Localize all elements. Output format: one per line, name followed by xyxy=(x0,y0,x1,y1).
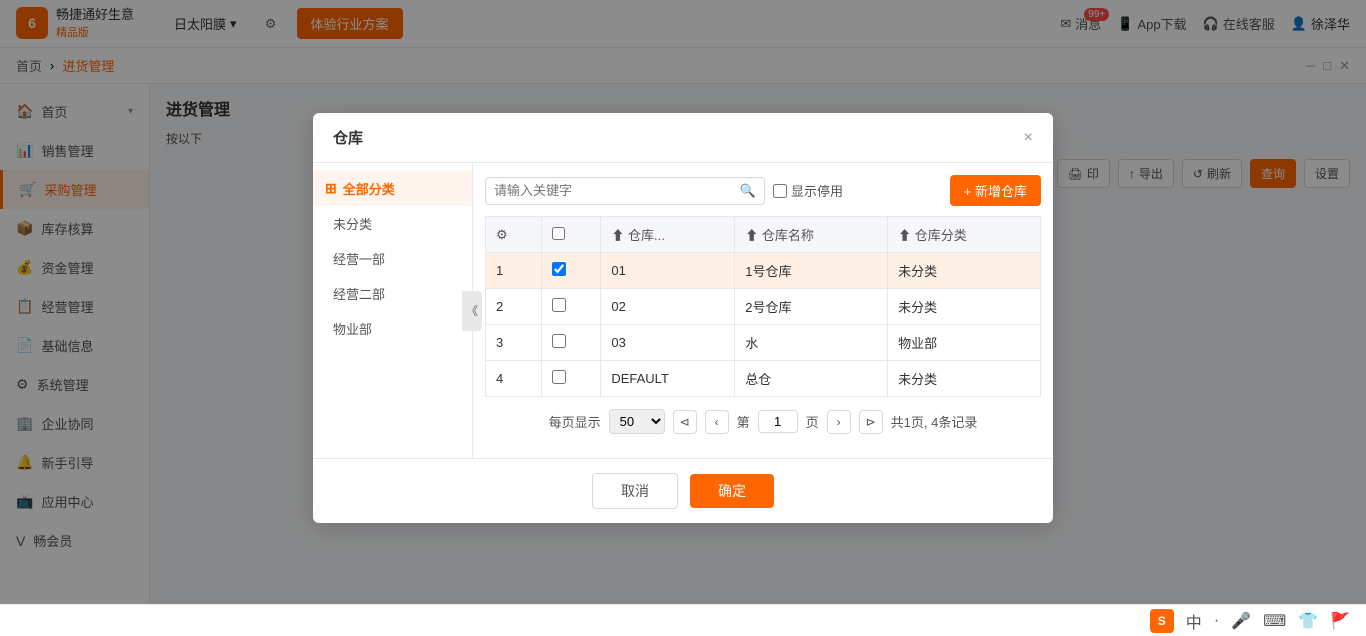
row-name: 1号仓库 xyxy=(735,253,888,289)
table-panel: 🔍 显示停用 + 新增仓库 ⚙ xyxy=(473,163,1053,458)
category-item-property[interactable]: 物业部 xyxy=(313,311,472,346)
bottom-bar: S 中 · 🎤 ⌨ 👕 🚩 xyxy=(0,604,1366,636)
prev-page-button[interactable]: ‹ xyxy=(705,410,729,434)
col-header-settings[interactable]: ⚙ xyxy=(486,217,542,253)
col-header-name[interactable]: ⬆ 仓库名称 xyxy=(735,217,888,253)
row-index: 1 xyxy=(486,253,542,289)
dialog-close-button[interactable]: × xyxy=(1024,129,1033,147)
category-item-unclassified[interactable]: 未分类 xyxy=(313,206,472,241)
bottom-icon-dot: · xyxy=(1214,612,1219,630)
dialog-header: 仓库 × xyxy=(313,113,1053,163)
warehouse-table: ⚙ ⬆ 仓库... ⬆ 仓库名称 xyxy=(485,216,1041,397)
total-info: 共1页, 4条记录 xyxy=(891,412,978,431)
page-num-label: 第 xyxy=(737,412,750,431)
table-row[interactable]: 4 DEFAULT 总仓 未分类 xyxy=(486,361,1041,397)
row-code: DEFAULT xyxy=(601,361,735,397)
sort-icon-name: ⬆ xyxy=(745,228,758,243)
table-row[interactable]: 1 01 1号仓库 未分类 xyxy=(486,253,1041,289)
row-code: 01 xyxy=(601,253,735,289)
row-checkbox[interactable] xyxy=(541,289,601,325)
dialog-title: 仓库 xyxy=(333,127,363,148)
sort-icon-category: ⬆ xyxy=(898,228,911,243)
row-checkbox[interactable] xyxy=(541,253,601,289)
bottom-icon-flag[interactable]: 🚩 xyxy=(1330,611,1350,631)
cancel-button[interactable]: 取消 xyxy=(592,473,678,509)
first-page-button[interactable]: ⊲ xyxy=(673,410,697,434)
confirm-button[interactable]: 确定 xyxy=(690,474,774,508)
col-header-category[interactable]: ⬆ 仓库分类 xyxy=(888,217,1041,253)
bottom-icon-zh[interactable]: 中 xyxy=(1186,609,1202,633)
col-header-code[interactable]: ⬆ 仓库... xyxy=(601,217,735,253)
sort-icon-code: ⬆ xyxy=(611,228,624,243)
page-size-select[interactable]: 50 10 20 100 xyxy=(609,409,665,434)
col-header-checkbox[interactable] xyxy=(541,217,601,253)
last-page-button[interactable]: ⊳ xyxy=(859,410,883,434)
row-code: 03 xyxy=(601,325,735,361)
table-row[interactable]: 3 03 水 物业部 xyxy=(486,325,1041,361)
row-index: 2 xyxy=(486,289,542,325)
show-disabled-label[interactable]: 显示停用 xyxy=(773,181,843,200)
row-code: 02 xyxy=(601,289,735,325)
warehouse-dialog: 仓库 × ⊞ 全部分类 未分类 经营一部 经营二部 物业部 《 xyxy=(313,113,1053,523)
add-warehouse-button[interactable]: + 新增仓库 xyxy=(950,175,1041,206)
row-index: 3 xyxy=(486,325,542,361)
row-category: 物业部 xyxy=(888,325,1041,361)
dialog-overlay: 仓库 × ⊞ 全部分类 未分类 经营一部 经营二部 物业部 《 xyxy=(0,0,1366,636)
row-category: 未分类 xyxy=(888,253,1041,289)
category-panel: ⊞ 全部分类 未分类 经营一部 经营二部 物业部 《 xyxy=(313,163,473,458)
dialog-body: ⊞ 全部分类 未分类 经营一部 经营二部 物业部 《 🔍 xyxy=(313,163,1053,458)
show-disabled-checkbox[interactable] xyxy=(773,184,787,198)
search-input[interactable] xyxy=(486,178,732,203)
row-category: 未分类 xyxy=(888,361,1041,397)
search-box: 🔍 xyxy=(485,177,765,205)
bottom-icon-mic[interactable]: 🎤 xyxy=(1231,611,1251,631)
category-all-label: 全部分类 xyxy=(343,179,395,198)
category-item-dept2[interactable]: 经营二部 xyxy=(313,276,472,311)
s-logo: S xyxy=(1150,609,1174,633)
category-all[interactable]: ⊞ 全部分类 xyxy=(313,171,472,206)
page-label: 页 xyxy=(806,412,819,431)
bottom-icon-shirt[interactable]: 👕 xyxy=(1298,611,1318,631)
pagination: 每页显示 50 10 20 100 ⊲ ‹ 第 页 › ⊳ 共1页, 4条记录 xyxy=(485,397,1041,446)
select-all-checkbox[interactable] xyxy=(552,227,565,240)
row-name: 2号仓库 xyxy=(735,289,888,325)
table-row[interactable]: 2 02 2号仓库 未分类 xyxy=(486,289,1041,325)
show-disabled-text: 显示停用 xyxy=(791,181,843,200)
collapse-button[interactable]: 《 xyxy=(462,291,482,331)
category-item-dept1[interactable]: 经营一部 xyxy=(313,241,472,276)
search-icon[interactable]: 🔍 xyxy=(732,178,764,204)
page-number-input[interactable] xyxy=(758,410,798,433)
page-size-label: 每页显示 xyxy=(549,412,601,431)
settings-icon: ⚙ xyxy=(496,227,508,242)
dialog-footer: 取消 确定 xyxy=(313,458,1053,523)
next-page-button[interactable]: › xyxy=(827,410,851,434)
grid-icon: ⊞ xyxy=(325,180,337,197)
table-toolbar: 🔍 显示停用 + 新增仓库 xyxy=(485,175,1041,206)
row-category: 未分类 xyxy=(888,289,1041,325)
row-index: 4 xyxy=(486,361,542,397)
row-checkbox[interactable] xyxy=(541,325,601,361)
row-checkbox[interactable] xyxy=(541,361,601,397)
row-name: 总仓 xyxy=(735,361,888,397)
bottom-icon-keyboard[interactable]: ⌨ xyxy=(1263,611,1286,631)
row-name: 水 xyxy=(735,325,888,361)
